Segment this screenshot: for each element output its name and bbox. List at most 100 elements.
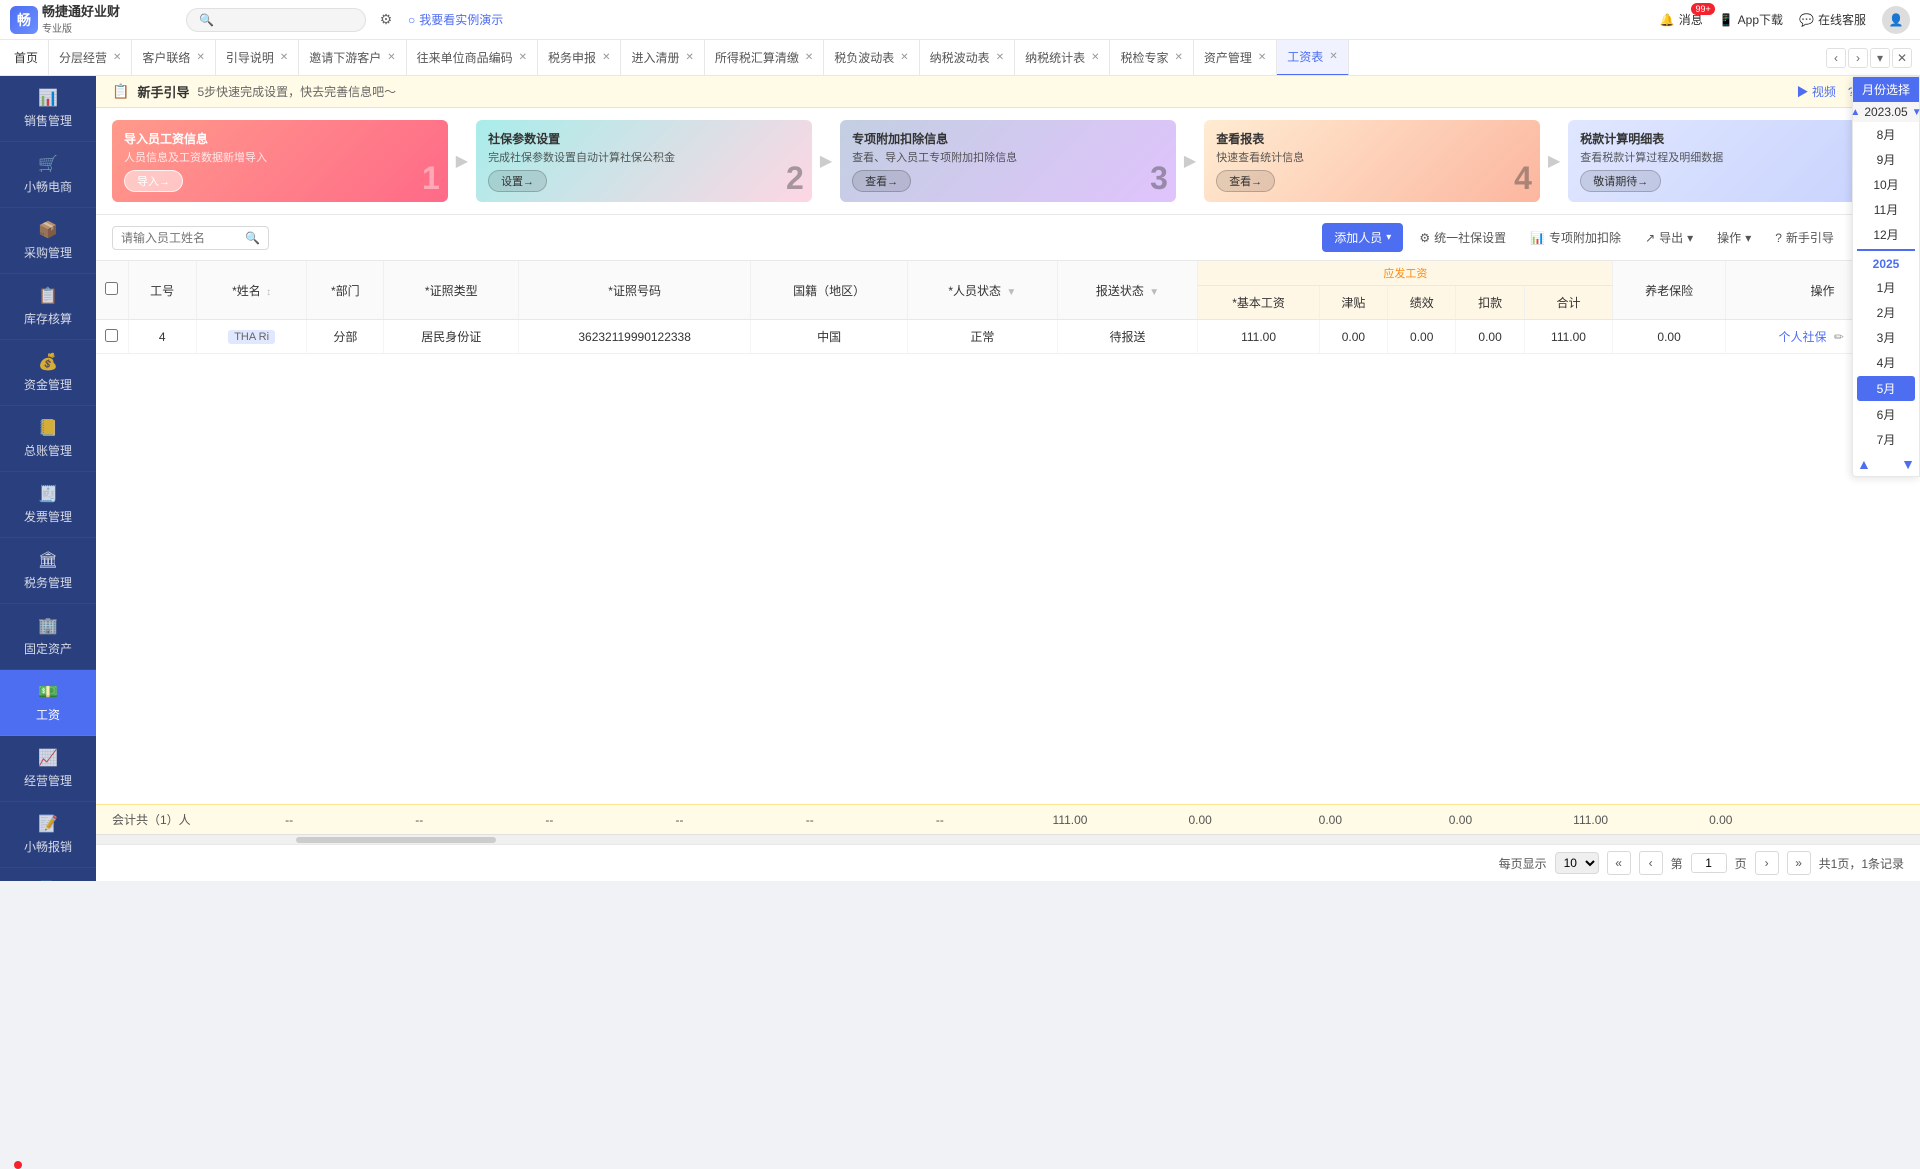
unified-settings-button[interactable]: ⚙ 统一社保设置 — [1411, 225, 1514, 250]
month-panel-down-button[interactable]: ▼ — [1901, 456, 1915, 472]
month-panel-header[interactable]: 月份选择 — [1853, 77, 1919, 102]
online-service-button[interactable]: 💬 在线客服 — [1799, 11, 1866, 28]
current-page-input[interactable] — [1691, 853, 1727, 873]
tab-close-product-code[interactable]: ✕ — [519, 52, 527, 63]
sidebar-item-fixed-asset[interactable]: 🏢 固定资产 — [0, 604, 96, 670]
month-item-5[interactable]: 5月 — [1857, 376, 1915, 401]
tab-tax-calc[interactable]: 所得税汇算清缴 ✕ — [705, 40, 824, 76]
add-employee-button[interactable]: 添加人员 ▾ — [1322, 223, 1403, 252]
step-2-button[interactable]: 设置→ — [488, 170, 547, 192]
tab-close-all-button[interactable]: ✕ — [1892, 48, 1912, 68]
first-page-button[interactable]: « — [1607, 851, 1631, 875]
prev-page-button[interactable]: ‹ — [1639, 851, 1663, 875]
personal-social-insurance-link[interactable]: 个人社保 — [1778, 330, 1826, 344]
next-page-button[interactable]: › — [1755, 851, 1779, 875]
sidebar-item-inventory[interactable]: 📋 库存核算 — [0, 274, 96, 340]
tab-partition[interactable]: 分层经营 ✕ — [49, 40, 132, 76]
tab-close-tax-relief[interactable]: ✕ — [900, 52, 908, 63]
last-page-button[interactable]: » — [1787, 851, 1811, 875]
month-item-6[interactable]: 6月 — [1853, 402, 1919, 427]
tab-product-code[interactable]: 往来单位商品编码 ✕ — [407, 40, 538, 76]
month-item-9[interactable]: 9月 — [1853, 147, 1919, 172]
row-checkbox[interactable] — [105, 329, 118, 342]
tab-salary[interactable]: 工资表 ✕ — [1277, 40, 1348, 76]
guide-video-link[interactable]: ▶ 视频 — [1797, 83, 1836, 100]
select-all-checkbox[interactable] — [105, 282, 118, 295]
month-item-8[interactable]: 8月 — [1853, 122, 1919, 147]
tab-close-salary[interactable]: ✕ — [1329, 51, 1337, 62]
month-item-10[interactable]: 10月 — [1853, 172, 1919, 197]
horizontal-scrollbar[interactable] — [296, 837, 496, 843]
month-item-7[interactable]: 7月 — [1853, 427, 1919, 452]
sidebar-item-operation[interactable]: 📈 经营管理 — [0, 736, 96, 802]
tab-close-clearance[interactable]: ✕ — [685, 52, 693, 63]
employee-search-wrap[interactable]: 🔍 — [112, 226, 269, 250]
tab-close-tax-expert[interactable]: ✕ — [1175, 52, 1183, 63]
sidebar-item-ecommerce[interactable]: 🛒 小畅电商 — [0, 142, 96, 208]
sidebar-item-invoice[interactable]: 🧾 发票管理 — [0, 472, 96, 538]
employee-search-input[interactable] — [121, 231, 241, 245]
employee-search-icon[interactable]: 🔍 — [245, 231, 260, 245]
tab-close-asset[interactable]: ✕ — [1258, 52, 1266, 63]
tab-close-tax-stats[interactable]: ✕ — [996, 52, 1004, 63]
month-item-12[interactable]: 12月 — [1853, 222, 1919, 247]
col-name: *姓名 ↕ — [196, 261, 307, 320]
operation-button[interactable]: 操作 ▾ — [1709, 225, 1759, 250]
year-up-button[interactable]: ▲ — [1850, 107, 1860, 118]
scrollbar-area[interactable] — [96, 834, 1920, 844]
tab-invite[interactable]: 邀请下游客户 ✕ — [299, 40, 406, 76]
step-5-button[interactable]: 敬请期待→ — [1580, 170, 1661, 192]
step-1-button[interactable]: 导入→ — [124, 170, 183, 192]
tab-tax-expert[interactable]: 税检专家 ✕ — [1110, 40, 1193, 76]
sidebar-item-sales-report[interactable]: 📝 小畅报销 — [0, 802, 96, 868]
sidebar-item-salary[interactable]: 💵 工资 — [0, 670, 96, 736]
tab-tax-count[interactable]: 纳税统计表 ✕ — [1015, 40, 1110, 76]
tab-close-partition[interactable]: ✕ — [113, 52, 121, 63]
tab-close-tax-count[interactable]: ✕ — [1091, 52, 1099, 63]
tab-clearance[interactable]: 进入清册 ✕ — [621, 40, 704, 76]
tab-next-button[interactable]: › — [1848, 48, 1868, 68]
tab-more-button[interactable]: ▾ — [1870, 48, 1890, 68]
tab-customer[interactable]: 客户联络 ✕ — [132, 40, 215, 76]
month-item-1[interactable]: 1月 — [1853, 275, 1919, 300]
tab-close-guide[interactable]: ✕ — [280, 52, 288, 63]
sidebar-item-finance[interactable]: 💰 资金管理 — [0, 340, 96, 406]
month-item-2[interactable]: 2月 — [1853, 300, 1919, 325]
month-item-11[interactable]: 11月 — [1853, 197, 1919, 222]
sidebar-item-sales[interactable]: 📊 销售管理 — [0, 76, 96, 142]
sidebar-item-purchase[interactable]: 📦 采购管理 — [0, 208, 96, 274]
tab-close-tax-calc[interactable]: ✕ — [805, 52, 813, 63]
tab-prev-button[interactable]: ‹ — [1826, 48, 1846, 68]
user-avatar[interactable]: 👤 — [1882, 6, 1910, 34]
app-download-button[interactable]: 📱 App下载 — [1719, 11, 1783, 28]
tab-close-invite[interactable]: ✕ — [387, 52, 395, 63]
export-button[interactable]: ↗ 导出 ▾ — [1637, 225, 1701, 250]
tab-tax-stats[interactable]: 纳税波动表 ✕ — [920, 40, 1015, 76]
step-3-button[interactable]: 查看→ — [852, 170, 911, 192]
tab-tax-report[interactable]: 税务申报 ✕ — [538, 40, 621, 76]
sidebar-item-tax[interactable]: 🏛 税务管理 — [0, 538, 96, 604]
month-item-3[interactable]: 3月 — [1853, 325, 1919, 350]
tab-home[interactable]: 首页 — [4, 40, 49, 76]
top-search-box[interactable]: 🔍 — [186, 8, 366, 32]
tab-guide[interactable]: 引导说明 ✕ — [216, 40, 299, 76]
top-search-input[interactable] — [220, 13, 340, 27]
sidebar-item-accounting[interactable]: 📒 总账管理 — [0, 406, 96, 472]
tab-asset[interactable]: 资产管理 ✕ — [1194, 40, 1277, 76]
tab-close-customer[interactable]: ✕ — [196, 52, 204, 63]
new-guide-toolbar-button[interactable]: ? 新手引导 — [1767, 225, 1842, 250]
message-button[interactable]: 🔔 消息 99+ — [1660, 11, 1703, 28]
tab-close-tax-report[interactable]: ✕ — [602, 52, 610, 63]
page-size-select[interactable]: 10 20 50 — [1555, 852, 1599, 874]
edit-icon[interactable]: ✏ — [1834, 330, 1844, 344]
month-panel-up-button[interactable]: ▲ — [1857, 456, 1871, 472]
year-down-button[interactable]: ▼ — [1912, 107, 1920, 118]
step-2-title: 社保参数设置 — [488, 130, 800, 147]
sidebar-item-basic-info[interactable]: 📄 基础信息 — [0, 868, 96, 881]
special-deduct-button[interactable]: 📊 专项附加扣除 — [1522, 225, 1629, 250]
step-4-button[interactable]: 查看→ — [1216, 170, 1275, 192]
gear-button[interactable]: ⚙ — [372, 6, 400, 34]
tab-tax-relief[interactable]: 税负波动表 ✕ — [824, 40, 919, 76]
month-item-4[interactable]: 4月 — [1853, 350, 1919, 375]
demo-button[interactable]: ○ 我要看实例演示 — [400, 7, 511, 32]
